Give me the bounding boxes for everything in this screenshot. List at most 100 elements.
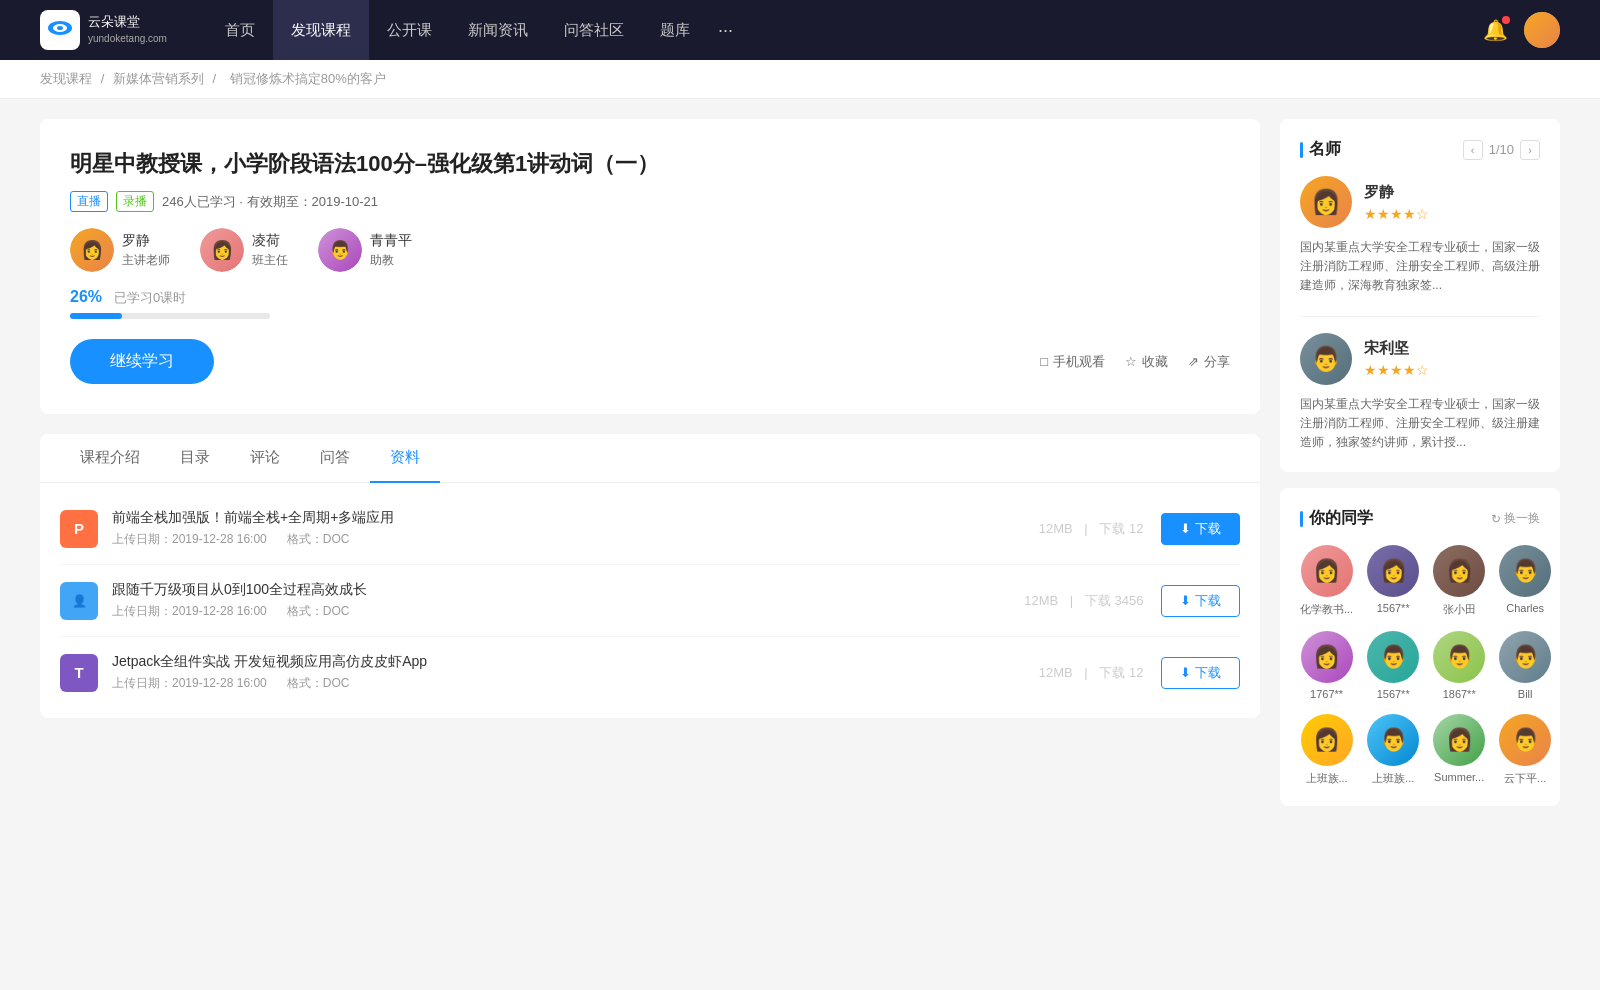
download-button-1[interactable]: ⬇ 下载 xyxy=(1161,513,1240,545)
tab-comments[interactable]: 评论 xyxy=(230,434,300,483)
classmate-11-avatar[interactable]: 👩 xyxy=(1433,714,1485,766)
material-date-3: 上传日期：2019-12-28 16:00 xyxy=(112,676,267,690)
sidebar-teacher-1-desc: 国内某重点大学安全工程专业硕士，国家一级注册消防工程师、注册安全工程师、高级注册… xyxy=(1300,238,1540,296)
refresh-icon: ↻ xyxy=(1491,512,1501,526)
action-row: 继续学习 □ 手机观看 ☆ 收藏 ⇗ 分享 xyxy=(70,339,1230,384)
materials-list: P 前端全栈加强版！前端全栈+全周期+多端应用 上传日期：2019-12-28 … xyxy=(40,483,1260,718)
classmate-9: 👩 上班族... xyxy=(1300,714,1353,786)
sidebar: 名师 ‹ 1/10 › 👩 罗静 ★★ xyxy=(1280,119,1560,822)
main-nav: 首页 发现课程 公开课 新闻资讯 问答社区 题库 ··· xyxy=(207,0,1483,60)
material-icon-3: T xyxy=(60,654,98,692)
refresh-button[interactable]: ↻ 换一换 xyxy=(1491,510,1540,527)
collect-button[interactable]: ☆ 收藏 xyxy=(1125,353,1168,371)
classmate-7-avatar[interactable]: 👨 xyxy=(1433,631,1485,683)
material-item-1: P 前端全栈加强版！前端全栈+全周期+多端应用 上传日期：2019-12-28 … xyxy=(60,493,1240,565)
teacher-2-img: 👩 xyxy=(200,228,244,272)
material-title-3: Jetpack全组件实战 开发短视频应用高仿皮皮虾App xyxy=(112,653,1021,671)
sidebar-teacher-1-name: 罗静 xyxy=(1364,183,1429,202)
notification-dot xyxy=(1502,16,1510,24)
nav-qa[interactable]: 问答社区 xyxy=(546,0,642,60)
material-info-2: 跟随千万级项目从0到100全过程高效成长 上传日期：2019-12-28 16:… xyxy=(112,581,1006,620)
logo-icon xyxy=(40,10,80,50)
material-item-2: 👤 跟随千万级项目从0到100全过程高效成长 上传日期：2019-12-28 1… xyxy=(60,565,1240,637)
nav-more[interactable]: ··· xyxy=(708,20,743,41)
notification-bell[interactable]: 🔔 xyxy=(1483,18,1508,42)
logo-svg xyxy=(46,16,74,44)
material-info-1: 前端全栈加强版！前端全栈+全周期+多端应用 上传日期：2019-12-28 16… xyxy=(112,509,1021,548)
download-button-2[interactable]: ⬇ 下载 xyxy=(1161,585,1240,617)
classmates-title-text: 你的同学 xyxy=(1309,508,1373,529)
teacher-1-role: 主讲老师 xyxy=(122,252,170,269)
sidebar-teacher-2-stars: ★★★★☆ xyxy=(1364,362,1429,378)
continue-button[interactable]: 继续学习 xyxy=(70,339,214,384)
course-tags: 直播 录播 246人已学习 · 有效期至：2019-10-21 xyxy=(70,191,1230,212)
share-button[interactable]: ⇗ 分享 xyxy=(1188,353,1230,371)
classmate-2-avatar[interactable]: 👩 xyxy=(1367,545,1419,597)
nav-public[interactable]: 公开课 xyxy=(369,0,450,60)
user-avatar[interactable] xyxy=(1524,12,1560,48)
teacher-3-role: 助教 xyxy=(370,252,412,269)
tab-materials[interactable]: 资料 xyxy=(370,434,440,483)
breadcrumb-current: 销冠修炼术搞定80%的客户 xyxy=(230,71,386,86)
mobile-icon: □ xyxy=(1040,354,1048,369)
teacher-3-img: 👨 xyxy=(318,228,362,272)
header-right: 🔔 xyxy=(1483,12,1560,48)
material-stats-1: 12MB | 下载 12 xyxy=(1035,520,1148,538)
classmate-8: 👨 Bill xyxy=(1499,631,1551,700)
nav-problems[interactable]: 题库 xyxy=(642,0,708,60)
sidebar-teacher-1-stars: ★★★★☆ xyxy=(1364,206,1429,222)
classmate-1-avatar[interactable]: 👩 xyxy=(1301,545,1353,597)
nav-home[interactable]: 首页 xyxy=(207,0,273,60)
breadcrumb-sep-2: / xyxy=(212,71,219,86)
download-button-3[interactable]: ⬇ 下载 xyxy=(1161,657,1240,689)
logo[interactable]: 云朵课堂yundoketang.com xyxy=(40,10,167,50)
classmate-4-avatar[interactable]: 👨 xyxy=(1499,545,1551,597)
nav-discover[interactable]: 发现课程 xyxy=(273,0,369,60)
classmate-8-name: Bill xyxy=(1518,688,1533,700)
teacher-2-role: 班主任 xyxy=(252,252,288,269)
classmate-5-avatar[interactable]: 👩 xyxy=(1301,631,1353,683)
tab-qa[interactable]: 问答 xyxy=(300,434,370,483)
page-nav: ‹ 1/10 › xyxy=(1463,140,1540,160)
classmate-6-avatar[interactable]: 👨 xyxy=(1367,631,1419,683)
tab-catalog[interactable]: 目录 xyxy=(160,434,230,483)
main-content: 明星中教授课，小学阶段语法100分–强化级第1讲动词（一） 直播 录播 246人… xyxy=(0,99,1600,842)
page-current: 1 xyxy=(1489,142,1496,157)
classmate-8-avatar[interactable]: 👨 xyxy=(1499,631,1551,683)
teacher-3-name: 青青平 xyxy=(370,232,412,250)
material-size-2: 12MB xyxy=(1024,593,1058,608)
breadcrumb-link-2[interactable]: 新媒体营销系列 xyxy=(113,71,204,86)
classmate-9-avatar[interactable]: 👩 xyxy=(1301,714,1353,766)
refresh-section: ↻ 换一换 xyxy=(1491,510,1540,527)
teacher-2-avatar: 👩 xyxy=(200,228,244,272)
material-icon-2: 👤 xyxy=(60,582,98,620)
classmates-title-bar xyxy=(1300,511,1303,527)
classmate-7-name: 1867** xyxy=(1443,688,1476,700)
classmates-card-title: 你的同学 ↻ 换一换 xyxy=(1300,508,1540,529)
progress-sublabel: 已学习0课时 xyxy=(114,290,186,305)
progress-bar-bg xyxy=(70,313,270,319)
classmate-10-avatar[interactable]: 👨 xyxy=(1367,714,1419,766)
classmate-3-avatar[interactable]: 👩 xyxy=(1433,545,1485,597)
classmate-1: 👩 化学教书... xyxy=(1300,545,1353,617)
mobile-watch-label: 手机观看 xyxy=(1053,353,1105,371)
teacher-1-name: 罗静 xyxy=(122,232,170,250)
teacher-2: 👩 凌荷 班主任 xyxy=(200,228,288,272)
teachers-card-title: 名师 ‹ 1/10 › xyxy=(1300,139,1540,160)
nav-news[interactable]: 新闻资讯 xyxy=(450,0,546,60)
material-meta-2: 上传日期：2019-12-28 16:00 格式：DOC xyxy=(112,603,1006,620)
classmate-11: 👩 Summer... xyxy=(1433,714,1485,786)
teacher-3-info: 青青平 助教 xyxy=(370,232,412,269)
material-stats-2: 12MB | 下载 3456 xyxy=(1020,592,1147,610)
progress-section: 26% 已学习0课时 xyxy=(70,288,1230,319)
mobile-watch-button[interactable]: □ 手机观看 xyxy=(1040,353,1105,371)
breadcrumb-link-1[interactable]: 发现课程 xyxy=(40,71,92,86)
prev-page-btn[interactable]: ‹ xyxy=(1463,140,1483,160)
next-page-btn[interactable]: › xyxy=(1520,140,1540,160)
action-icons: □ 手机观看 ☆ 收藏 ⇗ 分享 xyxy=(1040,353,1230,371)
classmate-7: 👨 1867** xyxy=(1433,631,1485,700)
tab-intro[interactable]: 课程介绍 xyxy=(60,434,160,483)
classmate-12-avatar[interactable]: 👨 xyxy=(1499,714,1551,766)
star-icon: ☆ xyxy=(1125,354,1137,369)
material-info-3: Jetpack全组件实战 开发短视频应用高仿皮皮虾App 上传日期：2019-1… xyxy=(112,653,1021,692)
